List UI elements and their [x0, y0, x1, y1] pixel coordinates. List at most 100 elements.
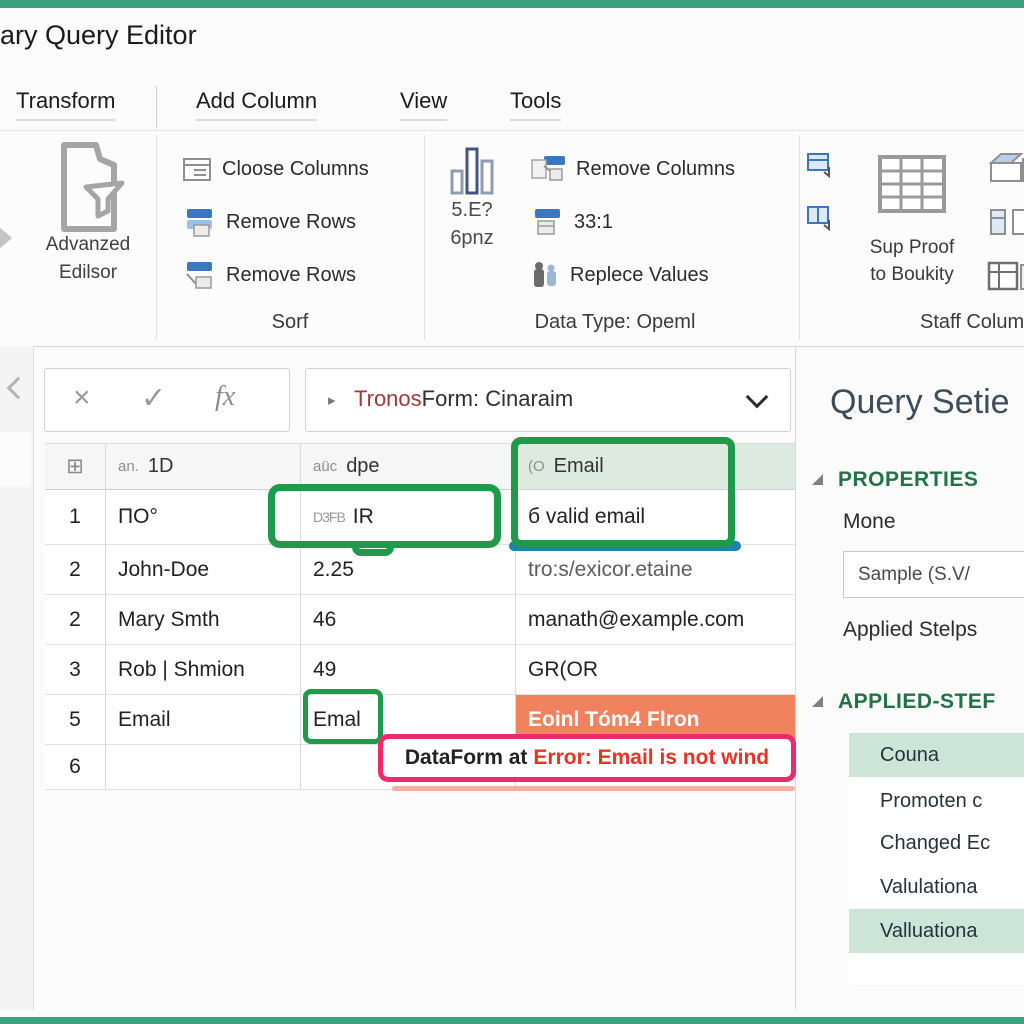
split-ratio-button[interactable]: 33:1: [530, 206, 613, 238]
format-column-icon[interactable]: [985, 259, 1024, 293]
cell-dpe[interactable]: 2.25: [301, 545, 516, 595]
remove-rows-2-button[interactable]: Remove Rows: [182, 259, 356, 291]
table-row: 2 Mary Smth 46 manath@example.com: [45, 595, 796, 645]
remove-rows-button[interactable]: Remove Rows: [182, 206, 356, 238]
column-header-dpe[interactable]: aüc dpe: [301, 443, 516, 490]
group-by-caption-2: to Boukity: [870, 264, 954, 285]
select-all-header[interactable]: ⊞: [45, 443, 106, 490]
staff-group-label: Staff Colum: [920, 311, 1024, 333]
tab-tools[interactable]: Tools: [510, 88, 562, 121]
statistics-text-2: 6pnz: [450, 227, 494, 249]
queries-pane-tab[interactable]: [0, 432, 31, 487]
menu-divider: [156, 86, 157, 128]
choose-columns-label: Cloose Columns: [222, 157, 369, 180]
cell-dpe[interactable]: 46: [301, 595, 516, 645]
applied-steps-list: Couna Promoten c Changed Ec Valulationa …: [849, 733, 1024, 985]
collapse-triangle-icon[interactable]: [812, 696, 823, 707]
cancel-icon[interactable]: ×: [73, 381, 91, 415]
chevron-down-icon[interactable]: [745, 385, 769, 409]
table-row: 2 John-Doe 2.25 tro:s/exicor.etaine: [45, 545, 796, 595]
advanced-editor-icon: [50, 141, 130, 233]
step-item[interactable]: Couna: [849, 733, 1024, 777]
ribbon-divider: [424, 135, 425, 340]
formula-text: TronosForm: Cinaraim: [354, 386, 573, 412]
cell-id[interactable]: [106, 745, 301, 790]
remove-columns-label: Remove Columns: [576, 157, 735, 180]
cell-email[interactable]: GR(OR: [516, 645, 796, 695]
name-label: Mone: [843, 510, 896, 533]
remove-rows-icon: [182, 207, 216, 237]
row-number[interactable]: 2: [45, 545, 106, 595]
choose-columns-icon: [182, 156, 212, 183]
fx-icon[interactable]: fx: [215, 381, 235, 413]
statistics-text-1: 5.E?: [451, 199, 493, 221]
row-number[interactable]: 5: [45, 695, 106, 745]
annotation-green-box-emal: [303, 689, 383, 744]
row-number[interactable]: 6: [45, 745, 106, 790]
query-name-input[interactable]: Sample (S.V/: [843, 551, 1024, 598]
properties-header[interactable]: PROPERTIES: [838, 468, 978, 492]
cell-id[interactable]: John-Doe: [106, 545, 301, 595]
bottom-accent-bar: [0, 1017, 1024, 1024]
choose-columns-button[interactable]: Cloose Columns: [182, 153, 369, 185]
text-type-icon: aüc: [313, 458, 338, 475]
ribbon-divider: [799, 135, 800, 340]
group-by-caption-1: Sup Proof: [869, 237, 955, 258]
replace-values-button[interactable]: Replece Values: [530, 259, 709, 291]
tab-view[interactable]: View: [400, 88, 448, 121]
ribbon: Advanzed Edilsor Cloose Columns Remove R…: [0, 130, 1024, 347]
remove-columns-icon: [530, 154, 566, 184]
tab-add-column[interactable]: Add Column: [196, 88, 318, 121]
step-item[interactable]: Changed Ec: [849, 821, 1024, 865]
step-item[interactable]: Valulationa: [849, 865, 1024, 909]
group-by-table-button[interactable]: [876, 153, 948, 215]
error-callout: DataForm at Error: Email is not wind: [378, 734, 796, 782]
annotation-green-box-email: [511, 437, 735, 547]
cell-email[interactable]: manath@example.com: [516, 595, 796, 645]
formula-text-rest: Form: Cinaraim: [421, 386, 574, 411]
split-ratio-icon: [530, 207, 564, 237]
cell-email[interactable]: tro:s/exicor.etaine: [516, 545, 796, 595]
expand-formula-icon[interactable]: ▸: [328, 391, 336, 409]
advanced-editor-button[interactable]: [50, 141, 130, 233]
annotation-orange-underline: [392, 786, 795, 791]
collapse-triangle-icon[interactable]: [812, 474, 823, 485]
formula-text-red: Tronos: [354, 386, 422, 411]
replace-values-label: Replece Values: [570, 263, 709, 286]
column-header-id[interactable]: an. 1D: [106, 443, 301, 490]
row-number[interactable]: 3: [45, 645, 106, 695]
datatype-group-label: Data Type: Opeml: [534, 311, 696, 333]
transform-group-label: Sorf: [271, 311, 309, 333]
cell-id[interactable]: Rob | Shmion: [106, 645, 301, 695]
column-header-dpe-label: dpe: [346, 455, 380, 477]
formula-input[interactable]: ▸ TronosForm: Cinaraim: [305, 368, 791, 432]
row-number[interactable]: 1: [45, 490, 106, 545]
duplicate-column-icon[interactable]: [805, 204, 835, 232]
merge-column-icon[interactable]: [985, 204, 1024, 238]
tab-transform[interactable]: Transform: [16, 88, 116, 121]
remove-columns-button[interactable]: Remove Columns: [530, 153, 735, 185]
commit-icon[interactable]: ✓: [141, 381, 166, 416]
applied-steps-header[interactable]: APPLIED-STEF: [838, 690, 996, 714]
table-icon: ⊞: [66, 455, 84, 478]
statistics-icon: [447, 143, 499, 199]
table-grid-icon: [876, 153, 948, 215]
index-column-icon[interactable]: [805, 151, 835, 179]
row-number[interactable]: 2: [45, 595, 106, 645]
remove-rows-2-label: Remove Rows: [226, 263, 357, 286]
window-title: ary Query Editor: [0, 20, 197, 50]
panel-divider: [795, 346, 796, 1010]
cell-dpe[interactable]: 49: [301, 645, 516, 695]
text-type-icon: an.: [118, 458, 139, 475]
error-callout-prefix: DataForm at: [404, 746, 528, 769]
step-item[interactable]: Promoten c: [849, 779, 1024, 823]
annotation-green-box-dpe: [268, 484, 501, 548]
chevron-right-icon: [0, 226, 12, 250]
column-header-id-label: 1D: [147, 455, 174, 477]
cell-id[interactable]: Mary Smth: [106, 595, 301, 645]
annotation-green-box-tail: [352, 541, 394, 556]
cell-id[interactable]: Email: [106, 695, 301, 745]
formula-buttons-box: × ✓ fx: [44, 368, 290, 432]
extract-column-icon[interactable]: [985, 151, 1024, 185]
step-item[interactable]: Valluationa: [849, 909, 1024, 953]
